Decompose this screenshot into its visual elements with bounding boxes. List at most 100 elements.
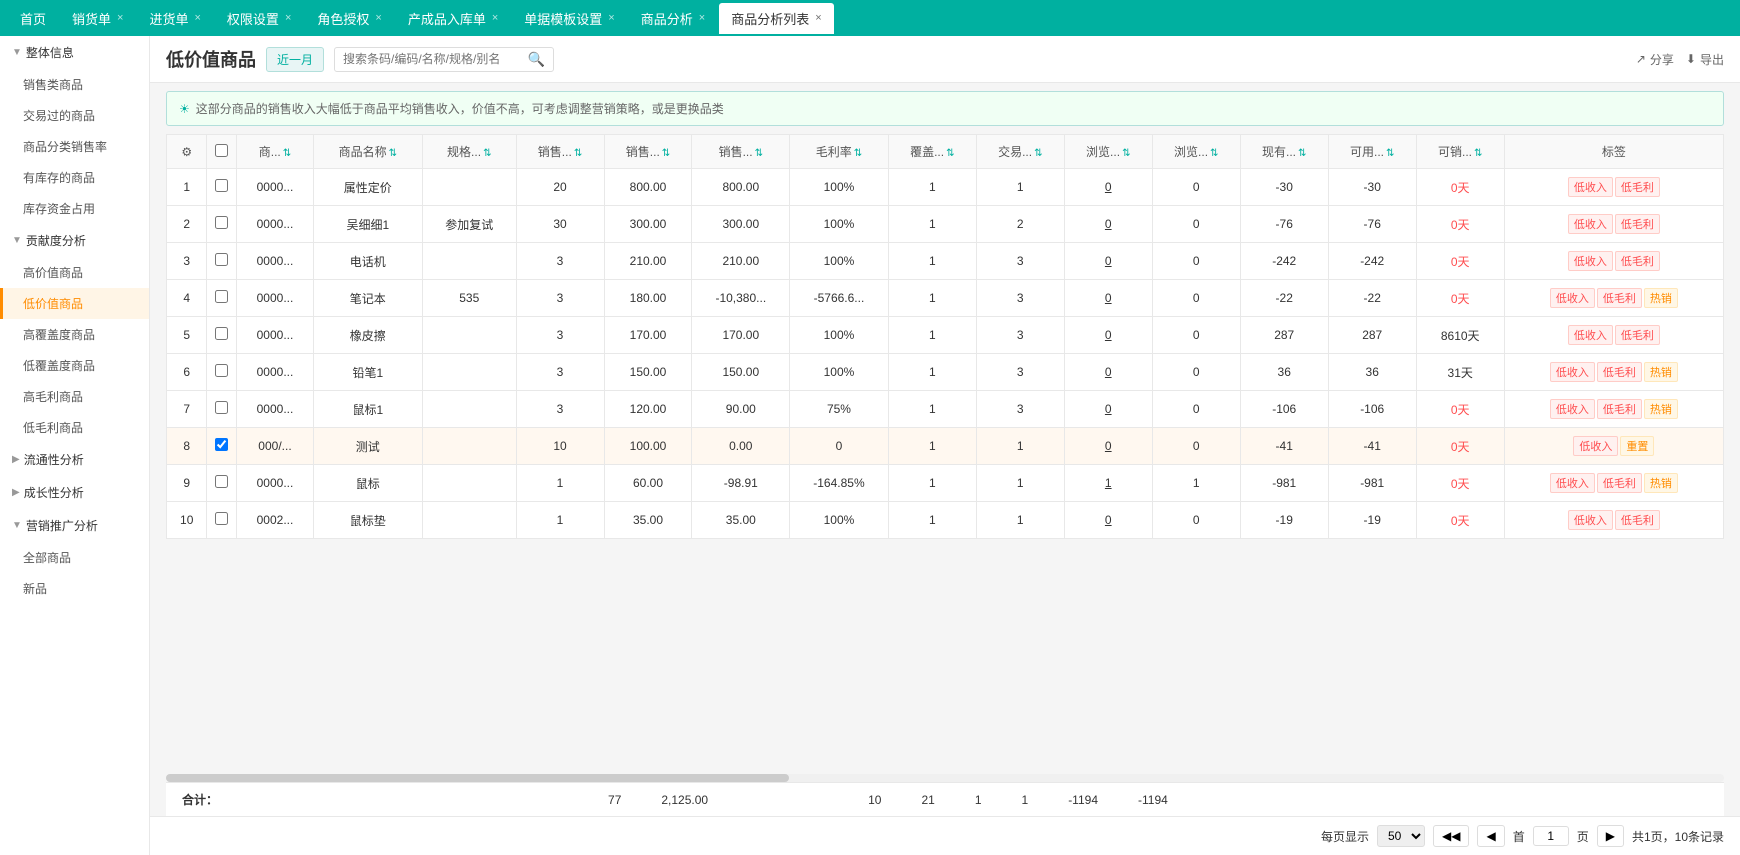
cell-checkbox[interactable] [207, 243, 237, 280]
sidebar-section-flow[interactable]: ▶ 流通性分析 [0, 443, 149, 476]
cell-checkbox[interactable] [207, 428, 237, 465]
sidebar-item-low-coverage[interactable]: 低覆盖度商品 [0, 350, 149, 381]
export-button[interactable]: ⬇ 导出 [1686, 51, 1724, 68]
cell-checkbox[interactable] [207, 391, 237, 428]
search-icon[interactable]: 🔍 [528, 51, 545, 68]
cell-checkbox[interactable] [207, 354, 237, 391]
cell-available: -106 [1328, 391, 1416, 428]
row-checkbox[interactable] [215, 364, 228, 377]
prev-page-button[interactable]: ◀ [1477, 825, 1504, 847]
cell-browse1: 0 [1064, 354, 1152, 391]
cell-checkbox[interactable] [207, 465, 237, 502]
cell-name: 橡皮擦 [313, 317, 422, 354]
sidebar-item-high-value[interactable]: 高价值商品 [0, 257, 149, 288]
cell-browse1: 0 [1064, 317, 1152, 354]
search-input[interactable] [343, 52, 524, 66]
browse-link[interactable]: 0 [1105, 439, 1112, 453]
cell-current: -41 [1240, 428, 1328, 465]
cell-checkbox[interactable] [207, 317, 237, 354]
sidebar-section-contribution[interactable]: ▼ 贡献度分析 [0, 224, 149, 257]
cell-browse2: 0 [1152, 354, 1240, 391]
cell-checkbox[interactable] [207, 502, 237, 539]
nav-close-permissions[interactable]: × [285, 12, 291, 24]
nav-template-settings[interactable]: 单据模板设置 × [512, 3, 626, 34]
nav-permissions[interactable]: 权限设置 × [215, 3, 303, 34]
cell-code: 0000... [237, 280, 313, 317]
browse-link[interactable]: 0 [1105, 180, 1112, 194]
browse-link[interactable]: 0 [1105, 291, 1112, 305]
row-checkbox[interactable] [215, 327, 228, 340]
cell-browse1: 1 [1064, 465, 1152, 502]
tag: 热销 [1644, 288, 1678, 308]
row-checkbox[interactable] [215, 475, 228, 488]
col-checkbox[interactable] [207, 135, 237, 169]
sidebar-section-overall[interactable]: ▼ 整体信息 [0, 36, 149, 69]
filter-month-button[interactable]: 近一月 [266, 47, 324, 72]
browse-link[interactable]: 0 [1105, 254, 1112, 268]
sidebar-section-marketing[interactable]: ▼ 营销推广分析 [0, 509, 149, 542]
row-checkbox[interactable] [215, 253, 228, 266]
nav-home[interactable]: 首页 [8, 3, 58, 34]
browse-link[interactable]: 0 [1105, 217, 1112, 231]
sidebar-item-stock-goods[interactable]: 有库存的商品 [0, 162, 149, 193]
nav-sales-order[interactable]: 销货单 × [60, 3, 135, 34]
cell-checkbox[interactable] [207, 206, 237, 243]
sidebar-item-all-goods[interactable]: 全部商品 [0, 542, 149, 573]
select-all-checkbox[interactable] [215, 144, 228, 157]
sidebar-item-low-value[interactable]: 低价值商品 [0, 288, 149, 319]
col-gear[interactable]: ⚙ [167, 135, 207, 169]
scrollbar-thumb[interactable] [166, 774, 789, 782]
gear-icon[interactable]: ⚙ [181, 145, 192, 159]
nav-close-goods-list[interactable]: × [815, 12, 821, 24]
nav-close-sales-order[interactable]: × [117, 12, 123, 24]
per-page-select[interactable]: 50 [1377, 825, 1425, 847]
horizontal-scrollbar[interactable] [166, 774, 1724, 782]
col-trade: 交易...⇅ [976, 135, 1064, 169]
row-checkbox[interactable] [215, 401, 228, 414]
sidebar-item-low-margin[interactable]: 低毛利商品 [0, 412, 149, 443]
browse-link[interactable]: 1 [1105, 476, 1112, 490]
nav-product-stock[interactable]: 产成品入库单 × [396, 3, 510, 34]
cell-trade: 3 [976, 243, 1064, 280]
browse-link[interactable]: 0 [1105, 402, 1112, 416]
sidebar-item-category-rate[interactable]: 商品分类销售率 [0, 131, 149, 162]
cell-tags: 低收入低毛利热销 [1504, 354, 1723, 391]
nav-goods-analysis[interactable]: 商品分析 × [629, 3, 717, 34]
next-page-button[interactable]: ▶ [1597, 825, 1624, 847]
cell-sales2: 35.00 [604, 502, 692, 539]
share-button[interactable]: ↗ 分享 [1636, 51, 1674, 68]
nav-close-goods-analysis[interactable]: × [699, 12, 705, 24]
sidebar-item-high-margin[interactable]: 高毛利商品 [0, 381, 149, 412]
table-container[interactable]: ⚙ 商...⇅ 商品名称⇅ 规格...⇅ 销售...⇅ 销售...⇅ 销售...… [166, 134, 1724, 774]
days-value: 0天 [1451, 440, 1470, 454]
row-checkbox[interactable] [215, 290, 228, 303]
nav-role-auth[interactable]: 角色授权 × [305, 3, 393, 34]
tag: 热销 [1644, 473, 1678, 493]
browse-link[interactable]: 0 [1105, 328, 1112, 342]
row-checkbox[interactable] [215, 179, 228, 192]
browse-link[interactable]: 0 [1105, 513, 1112, 527]
cell-name: 鼠标垫 [313, 502, 422, 539]
nav-purchase-order[interactable]: 进货单 × [137, 3, 212, 34]
cell-checkbox[interactable] [207, 169, 237, 206]
nav-close-role-auth[interactable]: × [375, 12, 381, 24]
sidebar-item-traded-goods[interactable]: 交易过的商品 [0, 100, 149, 131]
sidebar-item-new-goods[interactable]: 新品 [0, 573, 149, 604]
nav-close-product-stock[interactable]: × [492, 12, 498, 24]
page-number-input[interactable] [1533, 826, 1569, 846]
info-banner: ☀ 这部分商品的销售收入大幅低于商品平均销售收入，价值不高，可考虑调整营销策略，… [166, 91, 1724, 126]
sidebar-item-stock-capital[interactable]: 库存资金占用 [0, 193, 149, 224]
row-checkbox[interactable] [215, 438, 228, 451]
nav-goods-analysis-list[interactable]: 商品分析列表 × [719, 3, 833, 34]
browse-link[interactable]: 0 [1105, 365, 1112, 379]
sidebar-item-high-coverage[interactable]: 高覆盖度商品 [0, 319, 149, 350]
sidebar-section-growth[interactable]: ▶ 成长性分析 [0, 476, 149, 509]
nav-close-template[interactable]: × [608, 12, 614, 24]
nav-close-purchase[interactable]: × [194, 12, 200, 24]
total-current: -1194 [1048, 793, 1118, 807]
first-page-button[interactable]: ◀◀ [1433, 825, 1469, 847]
sidebar-item-sales-goods[interactable]: 销售类商品 [0, 69, 149, 100]
row-checkbox[interactable] [215, 512, 228, 525]
cell-checkbox[interactable] [207, 280, 237, 317]
row-checkbox[interactable] [215, 216, 228, 229]
